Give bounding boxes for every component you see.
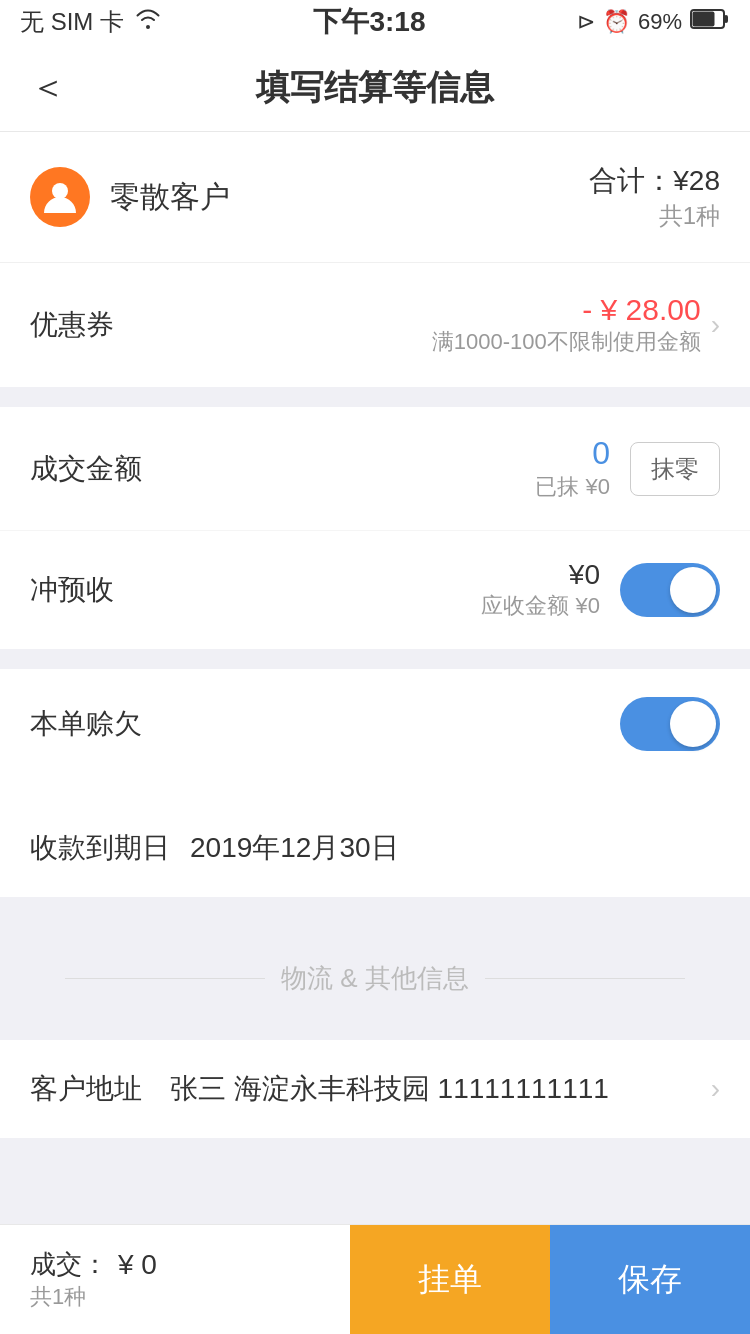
customer-left: 零散客户 (30, 167, 230, 227)
logistics-row: 物流 & 其他信息 (0, 941, 750, 1016)
prepay-toggle[interactable] (620, 563, 720, 617)
deal-section: 成交金额 0 已抹 ¥0 抹零 冲预收 ¥0 应收金额 ¥0 (0, 407, 750, 649)
status-bar-time: 下午3:18 (313, 3, 425, 41)
logistics-divider-right (485, 978, 685, 979)
back-button[interactable]: ＜ (30, 63, 66, 112)
save-button[interactable]: 保存 (550, 1225, 750, 1335)
bottom-count: 共1种 (30, 1282, 320, 1312)
nav-bar: ＜ 填写结算等信息 (0, 44, 750, 132)
logistics-section: 物流 & 其他信息 (0, 917, 750, 1040)
customer-avatar (30, 167, 90, 227)
coupon-right: - ¥ 28.00 满1000-100不限制使用金额 › (432, 293, 720, 357)
deal-amount-row: 成交金额 0 已抹 ¥0 抹零 (0, 407, 750, 531)
round-off-button[interactable]: 抹零 (630, 442, 720, 496)
status-bar-left: 无 SIM 卡 (20, 6, 162, 38)
battery-icon (690, 8, 730, 36)
due-date-label: 收款到期日 (30, 829, 170, 867)
logistics-divider-left (65, 978, 265, 979)
deal-amount-right: 0 已抹 ¥0 抹零 (535, 435, 720, 502)
coupon-desc: 满1000-100不限制使用金额 (432, 327, 701, 357)
location-icon: ⊳ (577, 9, 595, 35)
status-bar-right: ⊳ ⏰ 69% (577, 8, 730, 36)
page-title: 填写结算等信息 (256, 65, 494, 111)
prepay-right: ¥0 应收金额 ¥0 (481, 559, 720, 621)
bottom-info: 成交： ¥ 0 共1种 (0, 1247, 350, 1312)
bottom-deal-value: ¥ 0 (118, 1249, 157, 1281)
hold-button[interactable]: 挂单 (350, 1225, 550, 1335)
prepay-label: 冲预收 (30, 571, 150, 609)
due-date-value: 2019年12月30日 (190, 829, 399, 867)
coupon-info: - ¥ 28.00 满1000-100不限制使用金额 (432, 293, 701, 357)
deal-amount-value-group: 0 已抹 ¥0 (535, 435, 610, 502)
credit-toggle[interactable] (620, 697, 720, 751)
battery-label: 69% (638, 9, 682, 35)
prepay-value-group: ¥0 应收金额 ¥0 (481, 559, 600, 621)
credit-row: 本单赊欠 (30, 697, 720, 751)
address-chevron-icon: › (711, 1073, 720, 1105)
coupon-chevron-icon: › (711, 309, 720, 341)
status-bar: 无 SIM 卡 下午3:18 ⊳ ⏰ 69% (0, 0, 750, 44)
customer-row: 零散客户 合计：¥28 共1种 (0, 132, 750, 262)
address-value: 张三 海淀永丰科技园 11111111111 (170, 1070, 691, 1108)
bottom-deal-label: 成交： (30, 1247, 108, 1282)
svg-point-3 (52, 183, 68, 199)
credit-section: 本单赊欠 收款到期日 2019年12月30日 (0, 669, 750, 897)
coupon-label: 优惠券 (30, 306, 114, 344)
prepay-toggle-knob (670, 567, 716, 613)
deal-amount-sub: 已抹 ¥0 (535, 472, 610, 502)
coupon-row[interactable]: 优惠券 - ¥ 28.00 满1000-100不限制使用金额 › (0, 262, 750, 387)
carrier-label: 无 SIM 卡 (20, 6, 124, 38)
main-content: 零散客户 合计：¥28 共1种 优惠券 - ¥ 28.00 满1000-100不… (0, 132, 750, 1278)
customer-count: 共1种 (589, 200, 720, 232)
svg-rect-1 (724, 15, 728, 23)
due-date-row: 收款到期日 2019年12月30日 (0, 799, 750, 897)
address-label: 客户地址 (30, 1070, 150, 1108)
customer-name: 零散客户 (110, 177, 230, 218)
credit-label: 本单赊欠 (30, 705, 142, 743)
svg-rect-2 (692, 12, 714, 27)
bottom-bar: 成交： ¥ 0 共1种 挂单 保存 (0, 1224, 750, 1334)
logistics-title: 物流 & 其他信息 (281, 961, 469, 996)
credit-toggle-knob (670, 701, 716, 747)
address-section: 客户地址 张三 海淀永丰科技园 11111111111 › (0, 1040, 750, 1138)
deal-amount-value: 0 (535, 435, 610, 472)
customer-right: 合计：¥28 共1种 (589, 162, 720, 232)
prepay-row: 冲预收 ¥0 应收金额 ¥0 (0, 531, 750, 649)
alarm-icon: ⏰ (603, 9, 630, 35)
address-row[interactable]: 客户地址 张三 海淀永丰科技园 11111111111 › (0, 1040, 750, 1138)
bottom-deal: 成交： ¥ 0 (30, 1247, 320, 1282)
prepay-value: ¥0 (481, 559, 600, 591)
credit-inner: 本单赊欠 (0, 669, 750, 779)
customer-total: 合计：¥28 (589, 162, 720, 200)
wifi-icon (134, 8, 162, 36)
coupon-discount: - ¥ 28.00 (432, 293, 701, 327)
prepay-sub: 应收金额 ¥0 (481, 591, 600, 621)
customer-section: 零散客户 合计：¥28 共1种 优惠券 - ¥ 28.00 满1000-100不… (0, 132, 750, 387)
deal-amount-label: 成交金额 (30, 450, 150, 488)
